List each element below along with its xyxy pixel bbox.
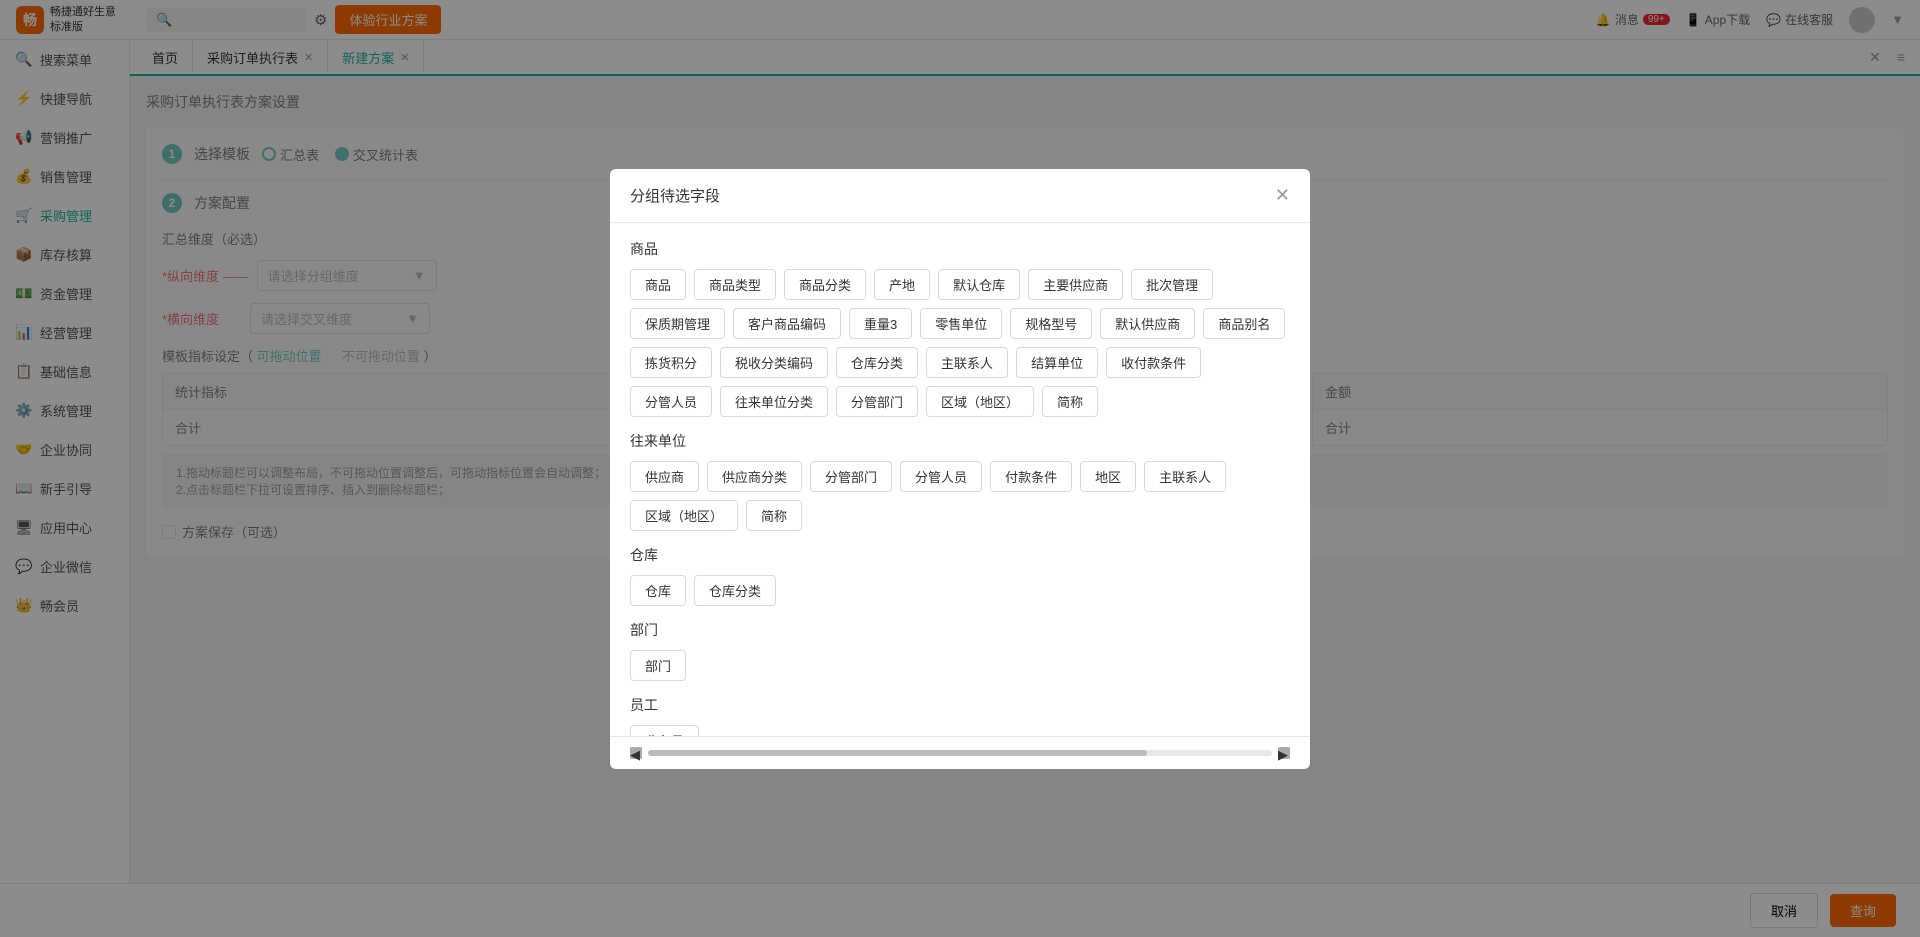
modal-title: 分组待选字段 (630, 185, 720, 206)
scroll-right-btn[interactable]: ▶ (1278, 747, 1290, 759)
section-title-dept: 部门 (630, 620, 1290, 640)
field-chip-warehouse-category[interactable]: 仓库分类 (836, 347, 918, 378)
field-chip-region2[interactable]: 区域（地区） (630, 500, 738, 531)
field-chip-goods-type[interactable]: 商品类型 (694, 269, 776, 300)
field-chip-dept-supervised2[interactable]: 分管部门 (810, 461, 892, 492)
horizontal-scrollbar[interactable] (648, 750, 1272, 756)
field-chip-tax-code[interactable]: 税收分类编码 (720, 347, 828, 378)
field-select-modal: 分组待选字段 ✕ 商品 商品 商品类型 商品分类 产地 默认仓库 主要供应商 批… (610, 169, 1310, 769)
field-chip-region-goods[interactable]: 区域（地区） (926, 386, 1034, 417)
field-chip-default-warehouse[interactable]: 默认仓库 (938, 269, 1020, 300)
section-title-partner: 往来单位 (630, 431, 1290, 451)
field-chip-weight[interactable]: 重量3 (849, 308, 912, 339)
field-chip-supplier-category[interactable]: 供应商分类 (707, 461, 802, 492)
horizontal-scroll-thumb (648, 750, 1147, 756)
field-chip-pick-score[interactable]: 拣货积分 (630, 347, 712, 378)
field-chip-warehouse-cat[interactable]: 仓库分类 (694, 575, 776, 606)
modal-overlay: 分组待选字段 ✕ 商品 商品 商品类型 商品分类 产地 默认仓库 主要供应商 批… (0, 0, 1920, 937)
field-chip-customer-code[interactable]: 客户商品编码 (733, 308, 841, 339)
field-chip-salesperson[interactable]: 业务员 (630, 725, 699, 736)
field-chip-partner-category[interactable]: 往来单位分类 (720, 386, 828, 417)
field-chip-payment-terms[interactable]: 收付款条件 (1106, 347, 1201, 378)
field-chip-goods-alias[interactable]: 商品别名 (1203, 308, 1285, 339)
modal-close-button[interactable]: ✕ (1275, 185, 1290, 206)
field-chip-main-contact2[interactable]: 主联系人 (1144, 461, 1226, 492)
field-chip-goods[interactable]: 商品 (630, 269, 686, 300)
field-chip-main-contact[interactable]: 主联系人 (926, 347, 1008, 378)
section-title-employee: 员工 (630, 695, 1290, 715)
field-chip-settlement-unit[interactable]: 结算单位 (1016, 347, 1098, 378)
fields-goods: 商品 商品类型 商品分类 产地 默认仓库 主要供应商 批次管理 保质期管理 客户… (630, 269, 1290, 417)
field-chip-dept-supervised[interactable]: 分管部门 (836, 386, 918, 417)
fields-employee: 业务员 (630, 725, 1290, 736)
field-chip-default-supplier[interactable]: 默认供应商 (1100, 308, 1195, 339)
field-chip-supplier[interactable]: 供应商 (630, 461, 699, 492)
field-chip-goods-category[interactable]: 商品分类 (784, 269, 866, 300)
modal-footer: ◀ ▶ (610, 736, 1310, 769)
field-chip-origin[interactable]: 产地 (874, 269, 930, 300)
field-chip-dept[interactable]: 部门 (630, 650, 686, 681)
section-title-goods: 商品 (630, 239, 1290, 259)
fields-warehouse: 仓库 仓库分类 (630, 575, 1290, 606)
field-chip-short-name-goods[interactable]: 简称 (1042, 386, 1098, 417)
modal-body: 商品 商品 商品类型 商品分类 产地 默认仓库 主要供应商 批次管理 保质期管理… (610, 223, 1310, 736)
field-chip-spec-model[interactable]: 规格型号 (1010, 308, 1092, 339)
field-chip-retail-unit[interactable]: 零售单位 (920, 308, 1002, 339)
field-chip-supervisor[interactable]: 分管人员 (630, 386, 712, 417)
field-chip-warehouse[interactable]: 仓库 (630, 575, 686, 606)
field-chip-short-name-partner[interactable]: 简称 (746, 500, 802, 531)
field-chip-batch-mgmt[interactable]: 批次管理 (1131, 269, 1213, 300)
field-chip-payment-condition[interactable]: 付款条件 (990, 461, 1072, 492)
field-chip-supervisor2[interactable]: 分管人员 (900, 461, 982, 492)
scroll-left-btn[interactable]: ◀ (630, 747, 642, 759)
section-title-warehouse: 仓库 (630, 545, 1290, 565)
modal-header: 分组待选字段 ✕ (610, 169, 1310, 223)
fields-dept: 部门 (630, 650, 1290, 681)
fields-partner: 供应商 供应商分类 分管部门 分管人员 付款条件 地区 主联系人 区域（地区） … (630, 461, 1290, 531)
field-chip-region[interactable]: 地区 (1080, 461, 1136, 492)
field-chip-expiry-mgmt[interactable]: 保质期管理 (630, 308, 725, 339)
field-chip-main-supplier[interactable]: 主要供应商 (1028, 269, 1123, 300)
